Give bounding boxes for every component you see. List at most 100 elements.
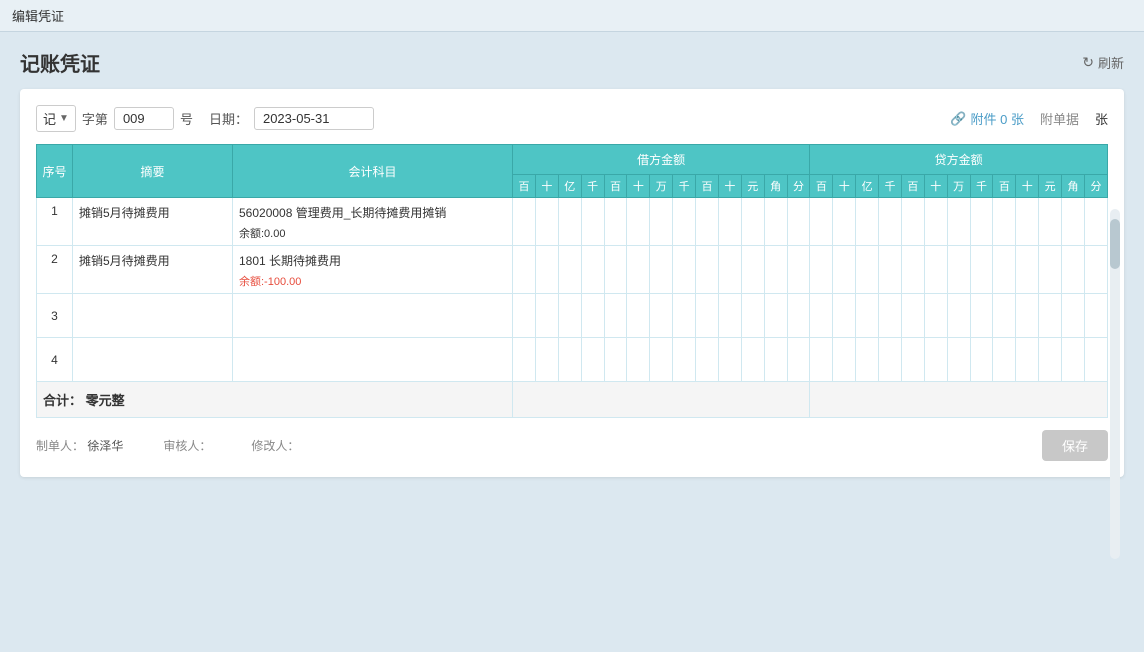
row1-c13[interactable] [1084, 198, 1107, 246]
row4-account[interactable] [233, 338, 513, 382]
row1-d12[interactable] [764, 198, 787, 246]
row4-d13[interactable] [787, 338, 810, 382]
row4-d10[interactable] [718, 338, 741, 382]
row3-d8[interactable] [673, 294, 696, 338]
row3-d5[interactable] [604, 294, 627, 338]
row3-d7[interactable] [650, 294, 673, 338]
scrollbar-track[interactable] [1110, 209, 1120, 559]
row1-account[interactable]: 56020008 管理费用_长期待摊费用摊销 余额:0.00 [233, 198, 513, 246]
row3-c4[interactable] [879, 294, 902, 338]
row1-d6[interactable] [627, 198, 650, 246]
row4-c9[interactable] [993, 338, 1016, 382]
attachment-link[interactable]: 🔗 附件 0 张 [950, 109, 1024, 128]
row4-c10[interactable] [1016, 338, 1039, 382]
row2-c1[interactable] [810, 246, 833, 294]
row2-c3[interactable] [856, 246, 879, 294]
row2-c11[interactable] [1039, 246, 1062, 294]
row2-d5[interactable] [604, 246, 627, 294]
row1-d3[interactable] [558, 198, 581, 246]
row4-d3[interactable] [558, 338, 581, 382]
row4-c5[interactable] [901, 338, 924, 382]
row1-c6[interactable] [924, 198, 947, 246]
row2-d3[interactable] [558, 246, 581, 294]
row4-d2[interactable] [535, 338, 558, 382]
row3-summary[interactable] [73, 294, 233, 338]
row1-c10[interactable] [1016, 198, 1039, 246]
row3-d9[interactable] [696, 294, 719, 338]
row4-d4[interactable] [581, 338, 604, 382]
row3-d2[interactable] [535, 294, 558, 338]
refresh-button[interactable]: ↻ 刷新 [1082, 53, 1124, 72]
row4-c1[interactable] [810, 338, 833, 382]
row2-d2[interactable] [535, 246, 558, 294]
row1-d13[interactable] [787, 198, 810, 246]
row1-d7[interactable] [650, 198, 673, 246]
row2-d4[interactable] [581, 246, 604, 294]
row3-c2[interactable] [833, 294, 856, 338]
row3-d3[interactable] [558, 294, 581, 338]
row4-c7[interactable] [947, 338, 970, 382]
row1-c4[interactable] [879, 198, 902, 246]
row1-d8[interactable] [673, 198, 696, 246]
row3-c8[interactable] [970, 294, 993, 338]
row4-d11[interactable] [741, 338, 764, 382]
voucher-number-input[interactable] [114, 107, 174, 130]
row2-summary[interactable]: 摊销5月待摊费用 [73, 246, 233, 294]
row4-c2[interactable] [833, 338, 856, 382]
row1-d4[interactable] [581, 198, 604, 246]
row3-d10[interactable] [718, 294, 741, 338]
row3-d4[interactable] [581, 294, 604, 338]
row2-c2[interactable] [833, 246, 856, 294]
row1-d2[interactable] [535, 198, 558, 246]
row1-d10[interactable] [718, 198, 741, 246]
row1-c5[interactable] [901, 198, 924, 246]
row4-d7[interactable] [650, 338, 673, 382]
row4-summary[interactable] [73, 338, 233, 382]
row2-c8[interactable] [970, 246, 993, 294]
row4-c3[interactable] [856, 338, 879, 382]
row3-c6[interactable] [924, 294, 947, 338]
row1-summary[interactable]: 摊销5月待摊费用 [73, 198, 233, 246]
row3-account[interactable] [233, 294, 513, 338]
row4-d12[interactable] [764, 338, 787, 382]
row4-c4[interactable] [879, 338, 902, 382]
row1-c11[interactable] [1039, 198, 1062, 246]
row2-d7[interactable] [650, 246, 673, 294]
row1-d1[interactable] [513, 198, 536, 246]
row2-d6[interactable] [627, 246, 650, 294]
row3-c7[interactable] [947, 294, 970, 338]
row4-d9[interactable] [696, 338, 719, 382]
row1-c12[interactable] [1062, 198, 1085, 246]
row3-c12[interactable] [1062, 294, 1085, 338]
row3-c11[interactable] [1039, 294, 1062, 338]
row2-d13[interactable] [787, 246, 810, 294]
row2-c6[interactable] [924, 246, 947, 294]
row3-d1[interactable] [513, 294, 536, 338]
row4-d8[interactable] [673, 338, 696, 382]
row3-d6[interactable] [627, 294, 650, 338]
row2-c7[interactable] [947, 246, 970, 294]
row1-d11[interactable] [741, 198, 764, 246]
row3-c9[interactable] [993, 294, 1016, 338]
row4-c12[interactable] [1062, 338, 1085, 382]
row2-c12[interactable] [1062, 246, 1085, 294]
row2-c10[interactable] [1016, 246, 1039, 294]
row3-c10[interactable] [1016, 294, 1039, 338]
row1-d9[interactable] [696, 198, 719, 246]
row4-d1[interactable] [513, 338, 536, 382]
row2-d12[interactable] [764, 246, 787, 294]
row2-c4[interactable] [879, 246, 902, 294]
row1-d5[interactable] [604, 198, 627, 246]
row1-c7[interactable] [947, 198, 970, 246]
row3-d11[interactable] [741, 294, 764, 338]
row2-d11[interactable] [741, 246, 764, 294]
row1-c3[interactable] [856, 198, 879, 246]
row4-d6[interactable] [627, 338, 650, 382]
row2-account[interactable]: 1801 长期待摊费用 余额:-100.00 [233, 246, 513, 294]
date-input[interactable] [254, 107, 374, 130]
save-button[interactable]: 保存 [1042, 430, 1108, 461]
row2-d9[interactable] [696, 246, 719, 294]
row4-c6[interactable] [924, 338, 947, 382]
row2-d8[interactable] [673, 246, 696, 294]
row1-c2[interactable] [833, 198, 856, 246]
